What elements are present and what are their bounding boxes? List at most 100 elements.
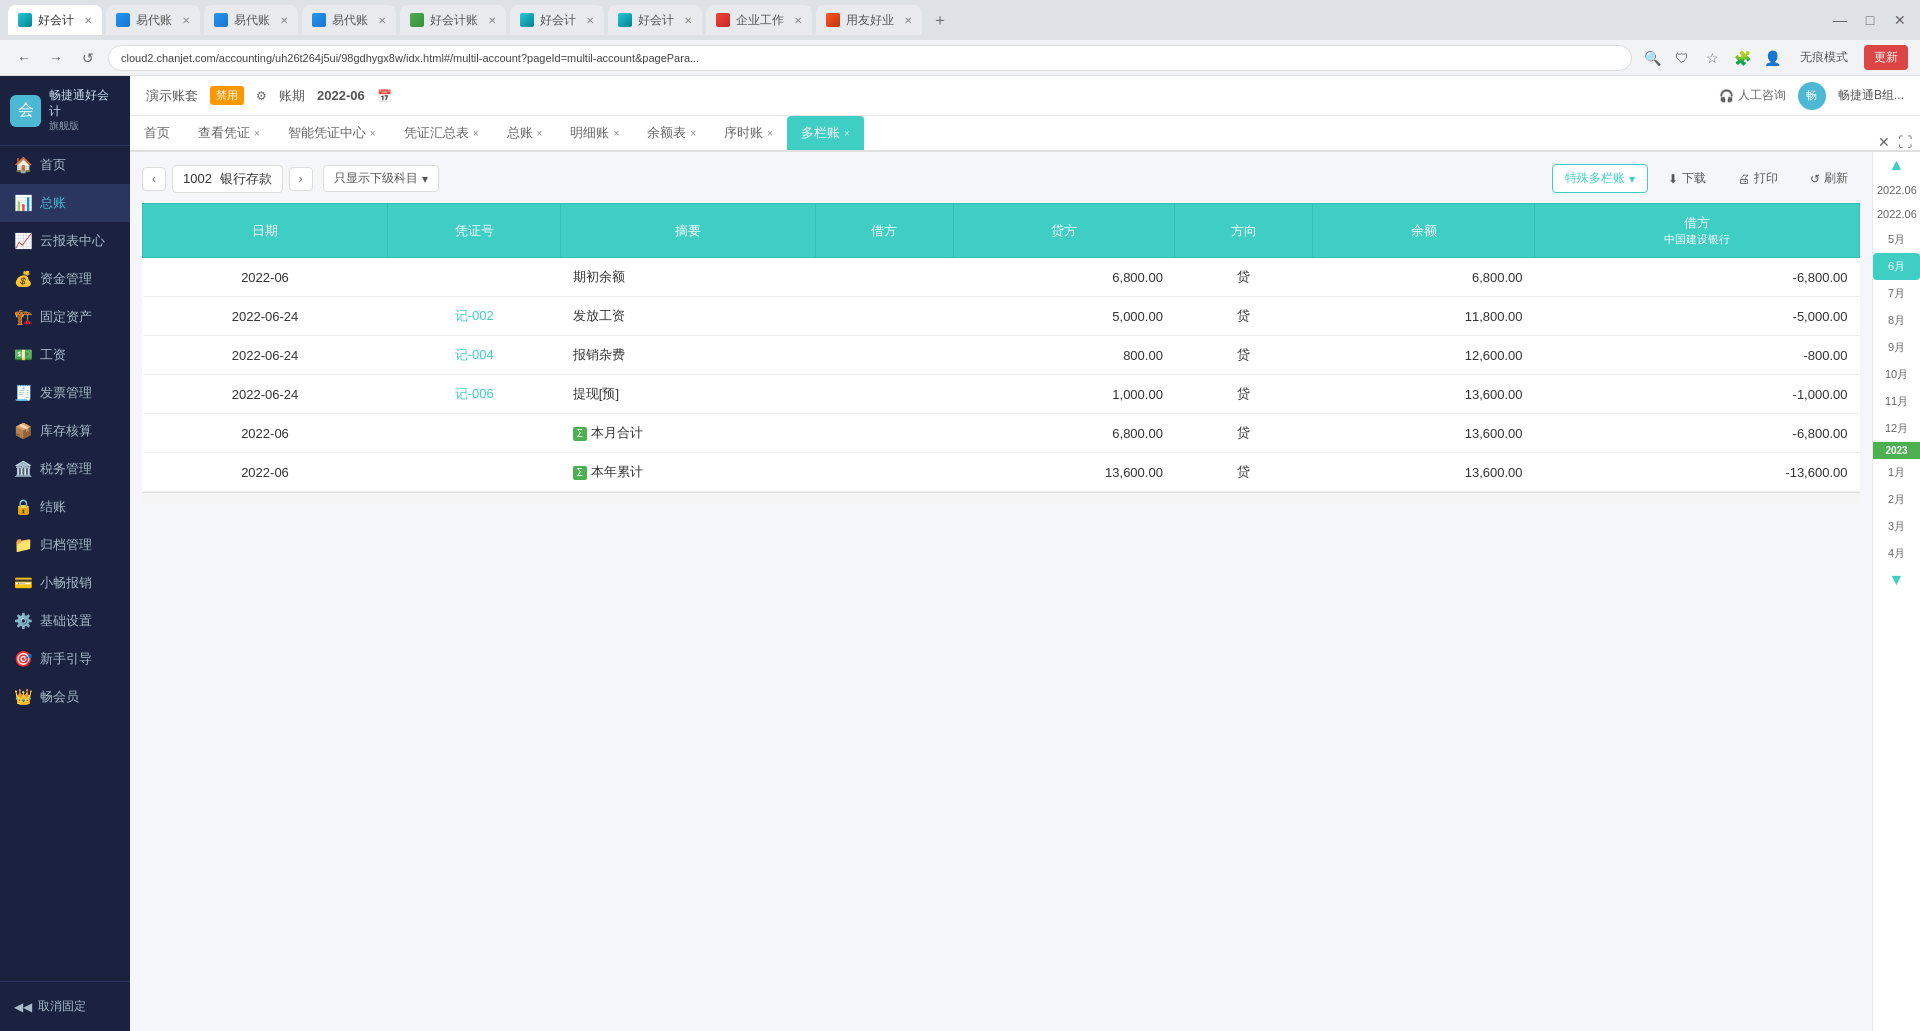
update-button[interactable]: 更新 [1864, 45, 1908, 70]
sidebar-item-expense[interactable]: 💳 小畅报销 [0, 564, 130, 602]
special-multi-button[interactable]: 特殊多栏账 ▾ [1552, 164, 1648, 193]
month-scroll-down-button[interactable]: ▼ [1885, 567, 1909, 593]
voucher-link[interactable]: 记-006 [455, 386, 494, 401]
next-account-button[interactable]: › [289, 167, 313, 191]
sidebar-item-tax[interactable]: 🏛️ 税务管理 [0, 450, 130, 488]
tab-home[interactable]: 首页 [130, 116, 184, 152]
tab-balance-sheet[interactable]: 余额表 × [633, 116, 710, 152]
sidebar-item-invoice[interactable]: 🧾 发票管理 [0, 374, 130, 412]
tab-close-1-icon[interactable]: ✕ [182, 15, 190, 26]
sidebar-item-vip[interactable]: 👑 畅会员 [0, 678, 130, 716]
table-row[interactable]: 2022-06-24 记-006 提现[预] 1,000.00 贷 13,600… [143, 375, 1860, 414]
month-item-11[interactable]: 11月 [1873, 388, 1920, 415]
browser-tab-2[interactable]: 易代账 ✕ [204, 5, 298, 35]
sidebar-item-inventory[interactable]: 📦 库存核算 [0, 412, 130, 450]
url-input[interactable]: cloud2.chanjet.com/accounting/uh26t264j5… [108, 45, 1632, 71]
calendar-icon[interactable]: 📅 [377, 89, 392, 103]
tab-close-4-icon[interactable]: ✕ [488, 15, 496, 26]
tab-close-detailed-ledger-icon[interactable]: × [613, 128, 619, 139]
month-item-2022-06-a[interactable]: 2022.06 [1873, 178, 1920, 202]
window-minimize-icon[interactable]: — [1828, 8, 1852, 32]
cell-voucher[interactable]: 记-006 [388, 375, 561, 414]
extensions-icon[interactable]: 🧩 [1730, 46, 1754, 70]
tab-bar-collapse-icon[interactable]: ✕ [1878, 134, 1890, 150]
tab-close-balance-sheet-icon[interactable]: × [690, 128, 696, 139]
browser-tab-7[interactable]: 好会计 ✕ [608, 5, 702, 35]
browser-tab-active[interactable]: 好会计 ✕ [8, 5, 102, 35]
month-item-5[interactable]: 5月 [1873, 226, 1920, 253]
forward-button[interactable]: → [44, 46, 68, 70]
tab-close-9-icon[interactable]: ✕ [904, 15, 912, 26]
tab-close-3-icon[interactable]: ✕ [378, 15, 386, 26]
sidebar-item-home[interactable]: 🏠 首页 [0, 146, 130, 184]
refresh-ledger-button[interactable]: ↺ 刷新 [1798, 164, 1860, 193]
search-icon[interactable]: 🔍 [1640, 46, 1664, 70]
sidebar-item-settings[interactable]: ⚙️ 基础设置 [0, 602, 130, 640]
browser-tab-8[interactable]: 企业工作 ✕ [706, 5, 812, 35]
incognito-button[interactable]: 无痕模式 [1790, 45, 1858, 70]
sidebar-item-close-accounts[interactable]: 🔒 结账 [0, 488, 130, 526]
settings-icon[interactable]: ⚙ [256, 89, 267, 103]
new-tab-button[interactable]: ＋ [926, 6, 954, 34]
tab-voucher-summary[interactable]: 凭证汇总表 × [390, 116, 493, 152]
tab-view-voucher[interactable]: 查看凭证 × [184, 116, 274, 152]
tab-close-7-icon[interactable]: ✕ [684, 15, 692, 26]
tab-close-smart-voucher-icon[interactable]: × [370, 128, 376, 139]
table-row[interactable]: 2022-06 Σ本月合计 6,800.00 贷 13,600.00 -6,80… [143, 414, 1860, 453]
browser-tab-3[interactable]: 易代账 ✕ [302, 5, 396, 35]
browser-tab-9[interactable]: 用友好业 ✕ [816, 5, 922, 35]
tab-sequence-ledger[interactable]: 序时账 × [710, 116, 787, 152]
month-item-2022-06-b[interactable]: 2022.06 [1873, 202, 1920, 226]
back-button[interactable]: ← [12, 46, 36, 70]
filter-dropdown[interactable]: 只显示下级科目 ▾ [323, 165, 439, 192]
unpin-button[interactable]: ◀◀ 取消固定 [14, 992, 116, 1021]
browser-tab-4[interactable]: 好会计账 ✕ [400, 5, 506, 35]
month-item-2023-3[interactable]: 3月 [1873, 513, 1920, 540]
tab-detailed-ledger[interactable]: 明细账 × [556, 116, 633, 152]
table-row[interactable]: 2022-06 期初余额 6,800.00 贷 6,800.00 -6,800.… [143, 258, 1860, 297]
tab-close-2-icon[interactable]: ✕ [280, 15, 288, 26]
month-item-10[interactable]: 10月 [1873, 361, 1920, 388]
month-scroll-up-button[interactable]: ▲ [1885, 152, 1909, 178]
window-close-icon[interactable]: ✕ [1888, 8, 1912, 32]
tab-smart-voucher[interactable]: 智能凭证中心 × [274, 116, 390, 152]
table-row[interactable]: 2022-06-24 记-002 发放工资 5,000.00 贷 11,800.… [143, 297, 1860, 336]
voucher-link[interactable]: 记-002 [455, 308, 494, 323]
prev-account-button[interactable]: ‹ [142, 167, 166, 191]
bottom-scrollbar[interactable] [142, 492, 1860, 504]
refresh-button[interactable]: ↺ [76, 46, 100, 70]
sidebar-item-ledger[interactable]: 📊 总账 [0, 184, 130, 222]
tab-multi-column[interactable]: 多栏账 × [787, 116, 864, 152]
table-row[interactable]: 2022-06 Σ本年累计 13,600.00 贷 13,600.00 -13,… [143, 453, 1860, 492]
tab-general-ledger[interactable]: 总账 × [493, 116, 557, 152]
month-item-6[interactable]: 6月 [1873, 253, 1920, 280]
sidebar-item-salary[interactable]: 💵 工资 [0, 336, 130, 374]
tab-close-8-icon[interactable]: ✕ [794, 15, 802, 26]
cell-voucher[interactable]: 记-004 [388, 336, 561, 375]
browser-tab-6[interactable]: 好会计 ✕ [510, 5, 604, 35]
month-item-7[interactable]: 7月 [1873, 280, 1920, 307]
shield-icon[interactable]: 🛡 [1670, 46, 1694, 70]
window-maximize-icon[interactable]: □ [1858, 8, 1882, 32]
star-icon[interactable]: ☆ [1700, 46, 1724, 70]
tab-close-6-icon[interactable]: ✕ [586, 15, 594, 26]
month-item-12[interactable]: 12月 [1873, 415, 1920, 442]
profile-icon[interactable]: 👤 [1760, 46, 1784, 70]
month-item-9[interactable]: 9月 [1873, 334, 1920, 361]
cell-voucher[interactable]: 记-002 [388, 297, 561, 336]
month-item-2023-4[interactable]: 4月 [1873, 540, 1920, 567]
tab-bar-expand-icon[interactable]: ⛶ [1898, 134, 1912, 150]
download-button[interactable]: ⬇ 下载 [1656, 164, 1718, 193]
table-row[interactable]: 2022-06-24 记-004 报销杂费 800.00 贷 12,600.00… [143, 336, 1860, 375]
tab-close-view-voucher-icon[interactable]: × [254, 128, 260, 139]
tab-close-general-ledger-icon[interactable]: × [537, 128, 543, 139]
sidebar-item-reports[interactable]: 📈 云报表中心 [0, 222, 130, 260]
month-item-2023-2[interactable]: 2月 [1873, 486, 1920, 513]
tab-close-icon[interactable]: ✕ [84, 15, 92, 26]
month-item-8[interactable]: 8月 [1873, 307, 1920, 334]
sidebar-item-funds[interactable]: 💰 资金管理 [0, 260, 130, 298]
month-item-2023-1[interactable]: 1月 [1873, 459, 1920, 486]
sidebar-item-archive[interactable]: 📁 归档管理 [0, 526, 130, 564]
support-button[interactable]: 🎧 人工咨询 [1719, 87, 1786, 104]
sidebar-item-assets[interactable]: 🏗️ 固定资产 [0, 298, 130, 336]
